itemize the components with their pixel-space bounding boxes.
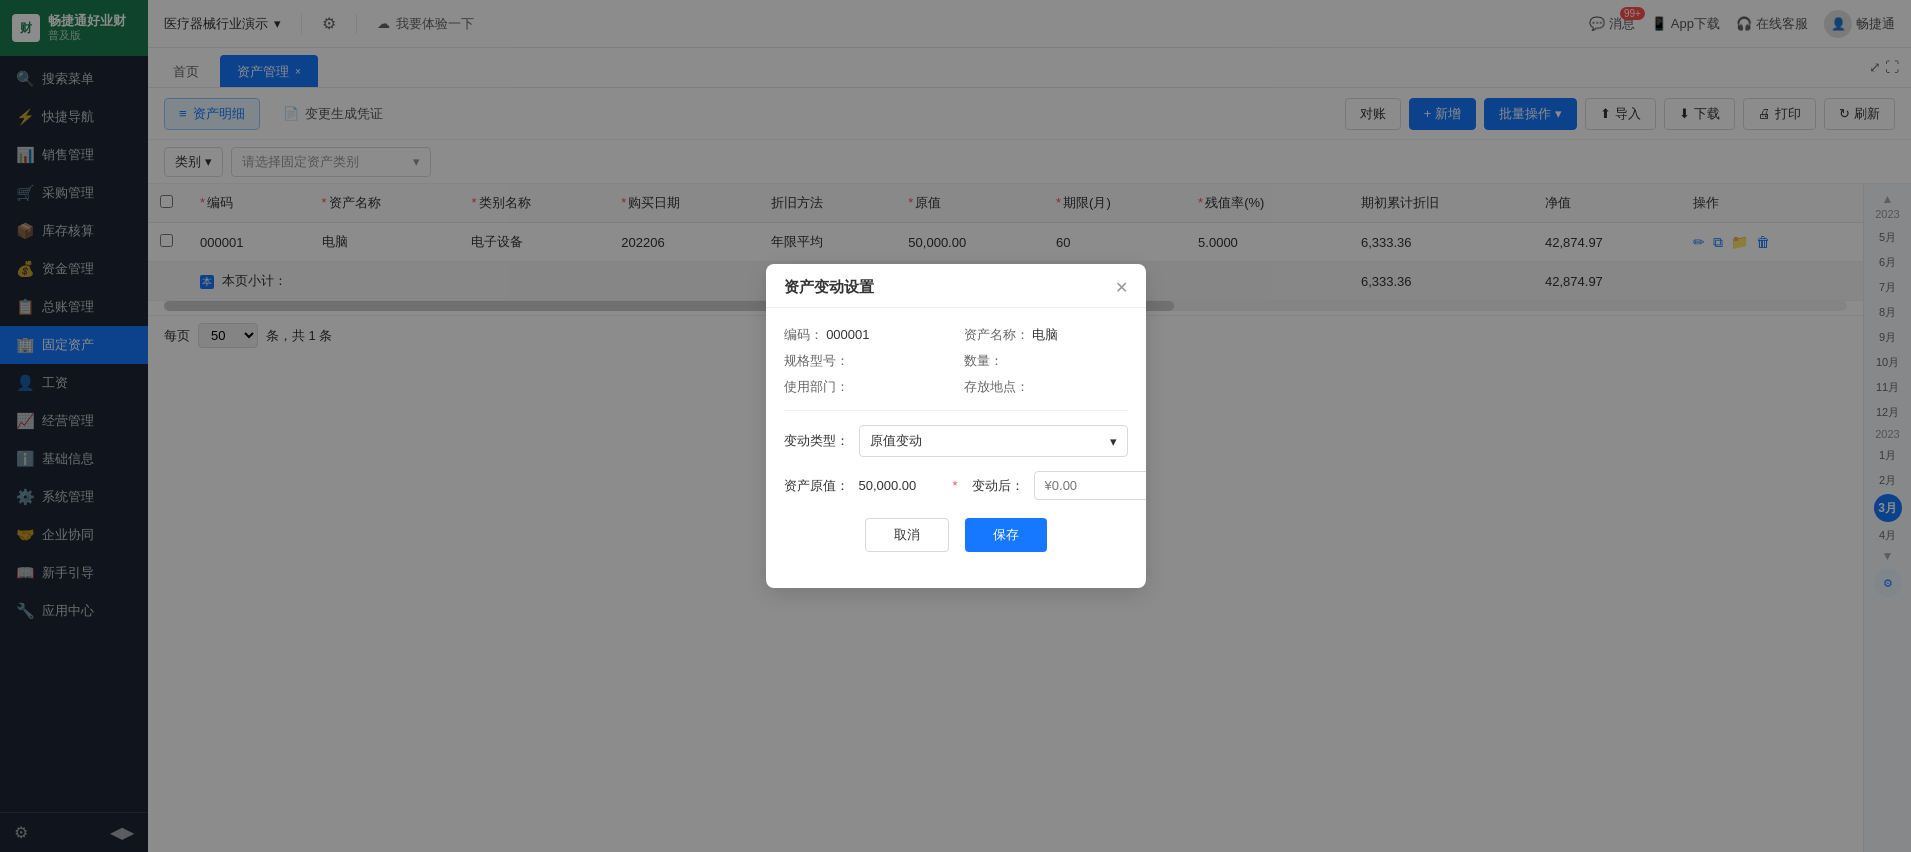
modal-overlay: 资产变动设置 ✕ 编码： 000001 资产名称： 电脑 规格型号： 数量：: [0, 0, 1911, 852]
modal-asset-name-label: 资产名称：: [964, 327, 1029, 342]
cancel-label: 取消: [894, 527, 920, 542]
modal-body: 编码： 000001 资产名称： 电脑 规格型号： 数量： 使用部门：: [766, 308, 1146, 588]
save-label: 保存: [993, 527, 1019, 542]
modal-dept-label: 使用部门：: [784, 379, 849, 394]
modal-change-type-row: 变动类型： 原值变动 ▾: [784, 425, 1128, 457]
modal-asset-name: 资产名称： 电脑: [964, 326, 1128, 344]
modal-asset-name-value: 电脑: [1032, 327, 1058, 342]
modal-location-label: 存放地点：: [964, 379, 1029, 394]
modal-close-button[interactable]: ✕: [1115, 278, 1128, 297]
modal-original-value-row: 资产原值： 50,000.00 * 变动后：: [784, 471, 1128, 500]
original-value-value: 50,000.00: [859, 478, 939, 493]
after-label: 变动后：: [972, 477, 1024, 495]
modal-footer: 取消 保存: [784, 518, 1128, 570]
modal-location: 存放地点：: [964, 378, 1128, 396]
required-star: *: [953, 478, 958, 493]
modal-spec: 规格型号：: [784, 352, 948, 370]
change-type-label: 变动类型：: [784, 432, 849, 450]
modal-quantity: 数量：: [964, 352, 1128, 370]
modal-title: 资产变动设置: [784, 278, 874, 297]
save-button[interactable]: 保存: [965, 518, 1047, 552]
modal-dept: 使用部门：: [784, 378, 948, 396]
modal-spec-label: 规格型号：: [784, 353, 849, 368]
asset-change-modal: 资产变动设置 ✕ 编码： 000001 资产名称： 电脑 规格型号： 数量：: [766, 264, 1146, 588]
modal-code-label: 编码：: [784, 327, 823, 342]
cancel-button[interactable]: 取消: [865, 518, 949, 552]
modal-header: 资产变动设置 ✕: [766, 264, 1146, 308]
change-type-value: 原值变动: [870, 432, 922, 450]
modal-quantity-label: 数量：: [964, 353, 1003, 368]
modal-code: 编码： 000001: [784, 326, 948, 344]
after-value-input[interactable]: [1034, 471, 1146, 500]
change-type-dropdown-icon: ▾: [1110, 434, 1117, 449]
modal-code-value: 000001: [826, 327, 869, 342]
modal-info-grid: 编码： 000001 资产名称： 电脑 规格型号： 数量： 使用部门：: [784, 326, 1128, 411]
change-type-select[interactable]: 原值变动 ▾: [859, 425, 1128, 457]
original-value-label: 资产原值：: [784, 477, 849, 495]
